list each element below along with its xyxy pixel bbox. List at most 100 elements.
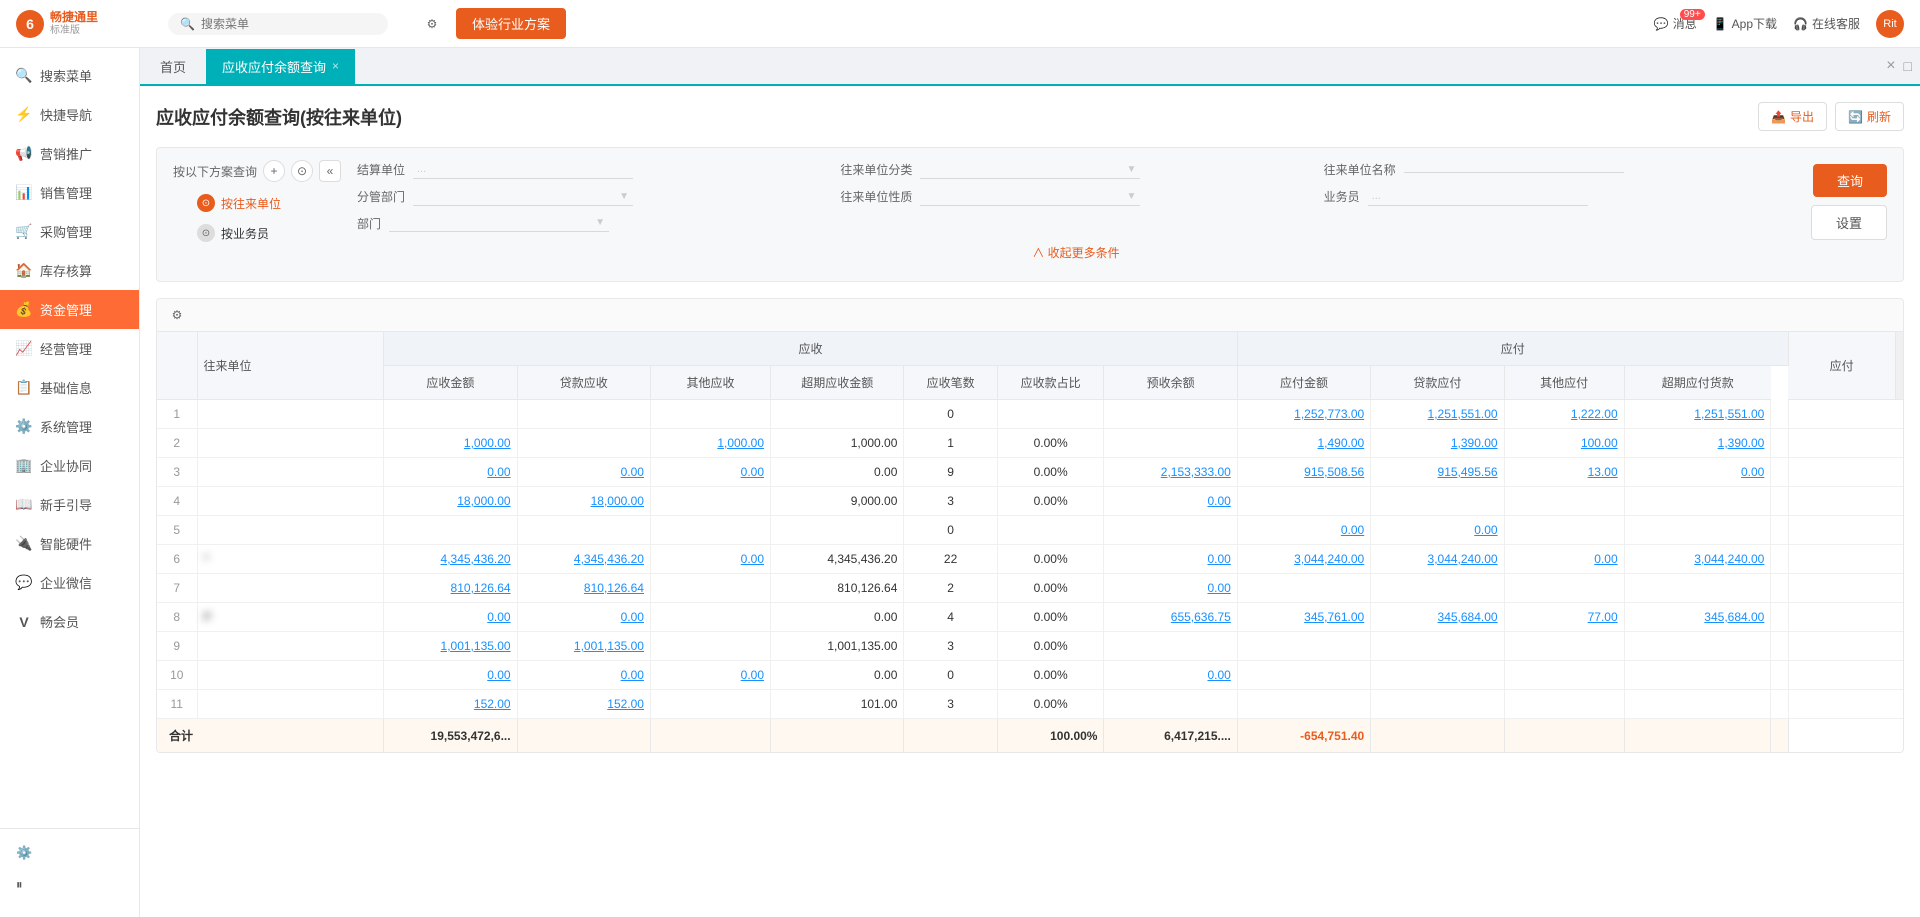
sidebar-item-sales[interactable]: 📊 销售管理 [0,173,139,212]
sidebar-settings-btn[interactable]: ⚙️ [0,837,139,869]
td-other-recv[interactable]: 0.00 [650,545,770,574]
sidebar-collapse-btn[interactable]: ⏸ [0,869,139,901]
td-recv-amt[interactable]: 152.00 [384,690,517,719]
td-pay-amt[interactable]: 915,508.56 [1237,458,1370,487]
tab-close-btn[interactable]: × [332,59,339,73]
td-overdue-pay[interactable]: 345,684.00 [1624,603,1771,632]
td-pay-amt[interactable]: 0.00 [1237,516,1370,545]
sidebar-item-corp[interactable]: 🏢 企业协同 [0,446,139,485]
td-recv-amt[interactable]: 1,001,135.00 [384,632,517,661]
td-loan-recv[interactable]: 18,000.00 [517,487,650,516]
window-close-btn[interactable]: × [1886,57,1895,75]
scheme-option-unit[interactable]: ⊙ 按往来单位 [189,190,341,216]
sidebar-item-stock[interactable]: 🏠 库存核算 [0,251,139,290]
td-prepaid[interactable]: 0.00 [1104,574,1237,603]
export-btn[interactable]: 📤 导出 [1758,102,1827,131]
td-recv-amt[interactable]: 4,345,436.20 [384,545,517,574]
sidebar-item-hardware[interactable]: 🔌 智能硬件 [0,524,139,563]
td-loan-recv[interactable]: 0.00 [517,603,650,632]
sidebar-item-marketing[interactable]: 📢 营销推广 [0,134,139,173]
top-search-box[interactable]: 🔍 [168,13,388,35]
salesman-input[interactable]: ... [1368,187,1588,206]
td-loan-recv[interactable]: 0.00 [517,661,650,690]
td-pay-amt[interactable]: 3,044,240.00 [1237,545,1370,574]
td-other-recv[interactable]: 1,000.00 [650,429,770,458]
td-loan-recv[interactable]: 152.00 [517,690,650,719]
td-pay-amt[interactable]: 345,761.00 [1237,603,1370,632]
scheme-settings-btn[interactable]: ⊙ [291,160,313,182]
td-loan-pay[interactable]: 915,495.56 [1371,458,1504,487]
td-other-pay[interactable]: 13.00 [1504,458,1624,487]
td-recv-amt[interactable]: 1,000.00 [384,429,517,458]
td-loan-recv[interactable]: 1,001,135.00 [517,632,650,661]
scheme-collapse-btn[interactable]: « [319,160,341,182]
td-other-recv[interactable]: 0.00 [650,458,770,487]
industry-btn[interactable]: 体验行业方案 [456,8,566,39]
td-prepaid[interactable]: 0.00 [1104,487,1237,516]
unit-name-input[interactable] [1404,166,1624,173]
window-max-btn[interactable]: □ [1904,58,1912,74]
td-other-pay[interactable]: 0.00 [1504,545,1624,574]
sidebar-item-wechat[interactable]: 💬 企业微信 [0,563,139,602]
td-loan-pay[interactable]: 0.00 [1371,516,1504,545]
td-loan-pay[interactable]: 1,390.00 [1371,429,1504,458]
collapse-more-btn[interactable]: ∧ 收起更多条件 [1028,240,1123,265]
td-prepaid[interactable]: 0.00 [1104,545,1237,574]
td-overdue-pay[interactable]: 1,251,551.00 [1624,400,1771,429]
td-other-recv[interactable]: 0.00 [650,661,770,690]
sidebar-item-quick[interactable]: ⚡ 快捷导航 [0,95,139,134]
td-loan-recv[interactable]: 0.00 [517,458,650,487]
table-settings-icon[interactable]: ⚙ [167,305,187,325]
td-recv-amt[interactable]: 810,126.64 [384,574,517,603]
sidebar-item-finance[interactable]: 💰 资金管理 [0,290,139,329]
sidebar-item-search[interactable]: 🔍 搜索菜单 [0,56,139,95]
td-other-pay[interactable]: 100.00 [1504,429,1624,458]
td-loan-pay[interactable]: 3,044,240.00 [1371,545,1504,574]
dept-manage-input[interactable]: ▼ [413,188,633,206]
td-overdue-pay[interactable]: 3,044,240.00 [1624,545,1771,574]
query-btn[interactable]: 查询 [1813,164,1887,197]
dept-input[interactable]: ▼ [389,214,609,232]
td-other-pay[interactable]: 77.00 [1504,603,1624,632]
td-pay-amt[interactable]: 1,490.00 [1237,429,1370,458]
scheme-option-salesman[interactable]: ⊙ 按业务员 [189,220,341,246]
td-pay-amt[interactable]: 1,252,773.00 [1237,400,1370,429]
user-avatar[interactable]: Rit [1876,10,1904,38]
refresh-btn[interactable]: 🔄 刷新 [1835,102,1904,131]
td-overdue-pay[interactable]: 0.00 [1624,458,1771,487]
add-scheme-btn[interactable]: + [263,160,285,182]
sidebar-item-system[interactable]: ⚙️ 系统管理 [0,407,139,446]
td-recv-amt[interactable]: 0.00 [384,458,517,487]
unit-nature-input[interactable]: ▼ [920,188,1140,206]
message-btn[interactable]: 💬 消息 99+ [1654,15,1697,32]
tab-current[interactable]: 应收应付余额查询 × [206,49,355,84]
sidebar-item-member[interactable]: V 畅会员 [0,602,139,641]
td-loan-pay[interactable]: 1,251,551.00 [1371,400,1504,429]
td-loan-pay[interactable]: 345,684.00 [1371,603,1504,632]
td-recv-amt[interactable]: 0.00 [384,661,517,690]
tab-home[interactable]: 首页 [140,49,206,84]
download-btn[interactable]: 📱 App下载 [1713,15,1777,32]
td-recv-amt[interactable]: 18,000.00 [384,487,517,516]
category-input[interactable]: ▼ [920,161,1140,179]
sidebar-item-purchase[interactable]: 🛒 采购管理 [0,212,139,251]
set-btn[interactable]: 设置 [1811,205,1887,240]
sidebar-item-basic[interactable]: 📋 基础信息 [0,368,139,407]
sidebar-item-guide[interactable]: 📖 新手引导 [0,485,139,524]
td-prepaid[interactable]: 0.00 [1104,661,1237,690]
td-recv-amt[interactable]: 0.00 [384,603,517,632]
td-loan-recv[interactable]: 4,345,436.20 [517,545,650,574]
td-prepaid[interactable]: 655,636.75 [1104,603,1237,632]
td-other-pay[interactable]: 1,222.00 [1504,400,1624,429]
td-prepaid[interactable]: 2,153,333.00 [1104,458,1237,487]
gear-button[interactable]: ⚙ [420,12,444,36]
main-layout: 🔍 搜索菜单 ⚡ 快捷导航 📢 营销推广 📊 销售管理 🛒 采购管理 🏠 库存核… [0,48,1920,917]
td-overdue-pay[interactable]: 1,390.00 [1624,429,1771,458]
jiesuan-input[interactable]: ... [413,160,633,179]
sidebar-item-operation[interactable]: 📈 经营管理 [0,329,139,368]
td-loan-recv[interactable]: 810,126.64 [517,574,650,603]
sidebar-item-label: 畅会员 [40,612,79,631]
td-pay-x [1771,603,1788,632]
top-search-input[interactable] [201,17,351,31]
service-btn[interactable]: 🎧 在线客服 [1793,15,1860,32]
